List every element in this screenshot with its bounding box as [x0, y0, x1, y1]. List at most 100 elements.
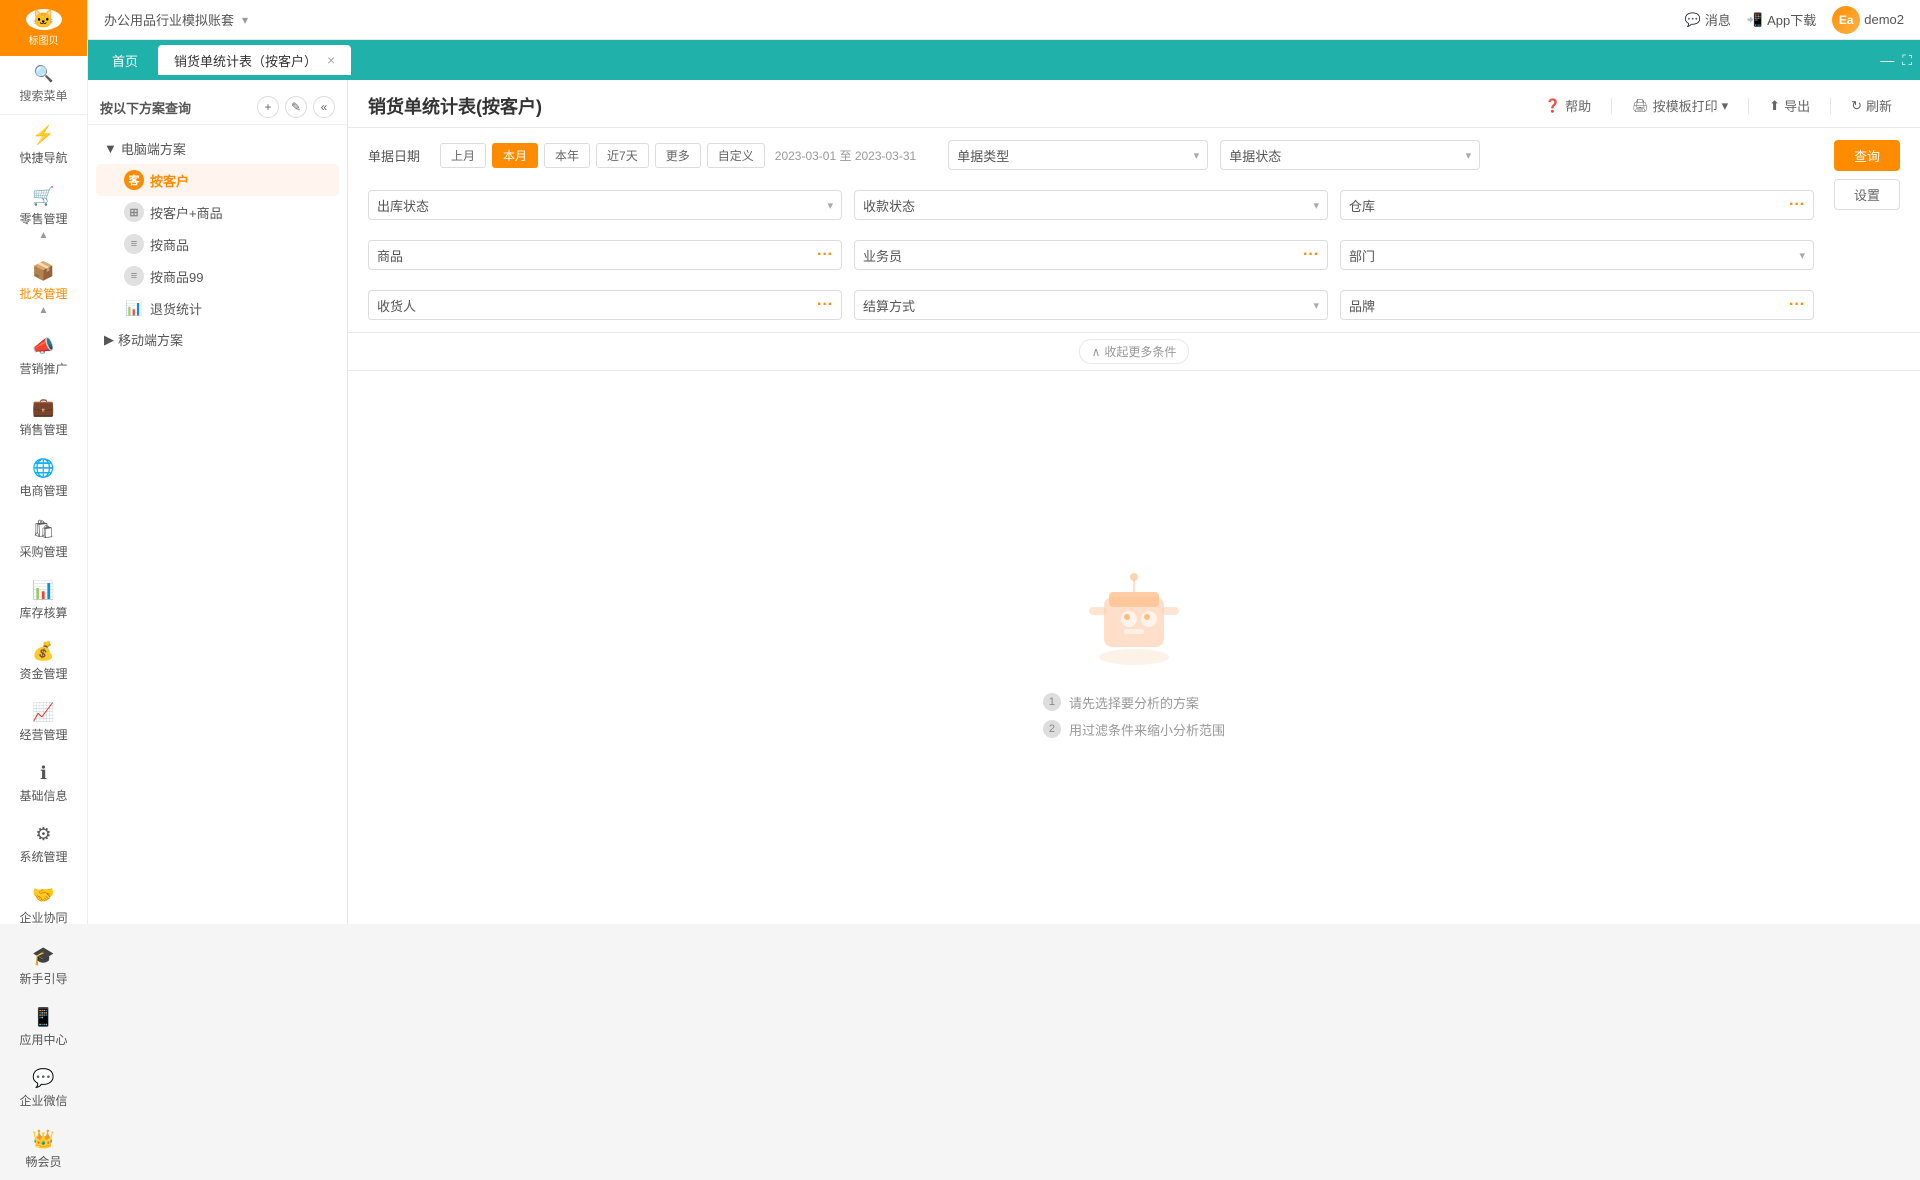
search-menu-item[interactable]: 🔍 搜索菜单 [0, 56, 87, 115]
receiver-input[interactable]: 收货人 ··· [368, 290, 842, 320]
date-btn-this-year[interactable]: 本年 [544, 143, 590, 168]
date-btn-more[interactable]: 更多 [655, 143, 701, 168]
app-icon: 📲 [1747, 12, 1763, 28]
nav-icon-newbie: 🎓 [32, 946, 54, 967]
nav-label: 畅会员 [25, 1153, 61, 1170]
tab-active[interactable]: 销货单统计表（按客户） × [158, 45, 351, 75]
tree-child-by-customer[interactable]: 客 按客户 [96, 164, 339, 196]
filter-area: 单据日期 上月 本月 本年 近7天 更多 自定义 2023-03-01 至 20… [348, 128, 1920, 333]
tree-child-product-99[interactable]: ≡ 按商品99 [96, 260, 339, 292]
date-btn-last-month[interactable]: 上月 [440, 143, 486, 168]
bill-type-select[interactable]: 单据类型 ▾ [948, 140, 1208, 170]
settlement-select[interactable]: 结算方式 ▾ [854, 290, 1328, 320]
sidebar-item-finance[interactable]: 💰 资金管理 [0, 631, 87, 692]
receiver-dots[interactable]: ··· [817, 296, 833, 314]
product-icon: ≡ [124, 234, 144, 254]
settings-btn[interactable]: 设置 [1834, 179, 1900, 210]
brand-input[interactable]: 品牌 ··· [1340, 290, 1814, 320]
date-btn-7days[interactable]: 近7天 [596, 143, 649, 168]
bill-status-arrow: ▾ [1466, 149, 1472, 162]
date-btn-custom[interactable]: 自定义 [707, 143, 765, 168]
tab-minimize-icon[interactable]: — [1880, 52, 1894, 68]
empty-illustration [1074, 557, 1194, 677]
sidebar-item-enterprise[interactable]: 🤝 企业协同 [0, 875, 87, 936]
out-status-select[interactable]: 出库状态 ▾ [368, 190, 842, 220]
sidebar-item-purchase[interactable]: 🛍 采购管理 [0, 509, 87, 570]
warehouse-input[interactable]: 仓库 ··· [1340, 190, 1814, 220]
sidebar-item-basic[interactable]: ℹ 基础信息 [0, 753, 87, 814]
nav-label: 营销推广 [19, 360, 67, 377]
user-profile[interactable]: Ea demo2 [1832, 6, 1904, 34]
sidebar-item-operation[interactable]: 📈 经营管理 [0, 692, 87, 753]
collapse-panel-btn[interactable]: « [313, 96, 335, 118]
left-panel: 按以下方案查询 + ✎ « ▼ 电脑端方案 客 按客户 ⊞ [88, 80, 348, 924]
add-scheme-btn[interactable]: + [257, 96, 279, 118]
sidebar-item-inventory[interactable]: 📊 库存核算 [0, 570, 87, 631]
export-btn[interactable]: ⬆ 导出 [1761, 92, 1818, 119]
out-status-label: 出库状态 [377, 196, 429, 215]
product-input[interactable]: 商品 ··· [368, 240, 842, 270]
tab-expand-icon[interactable]: ⛶ [1902, 52, 1912, 69]
tree-child-label: 按商品 [150, 235, 189, 254]
brand-dots[interactable]: ··· [1789, 296, 1805, 314]
export-label: 导出 [1784, 96, 1810, 115]
department-select[interactable]: 部门 ▾ [1340, 240, 1814, 270]
sidebar-item-wholesale[interactable]: 📦 批发管理 ▲ [0, 251, 87, 326]
receiver-label: 收货人 [377, 296, 416, 315]
sidebar-item-member[interactable]: 👑 畅会员 [0, 1119, 87, 1180]
sidebar-item-app-center[interactable]: 📱 应用中心 [0, 997, 87, 1058]
tree-parent-label: 电脑端方案 [121, 139, 186, 158]
empty-hint-2: 2 用过滤条件来缩小分析范围 [1043, 720, 1225, 739]
sidebar-item-retail[interactable]: 🛒 零售管理 ▲ [0, 176, 87, 251]
tree-child-return[interactable]: 📊 退货统计 [96, 292, 339, 324]
message-btn[interactable]: 💬 消息 [1685, 10, 1731, 29]
tree-child-by-product[interactable]: ≡ 按商品 [96, 228, 339, 260]
filter-row-product: 商品 ··· 业务员 ··· 部门 ▾ [368, 240, 1814, 270]
nav-icon-enterprise: 🤝 [32, 885, 54, 906]
query-btn[interactable]: 查询 [1834, 140, 1900, 171]
search-label: 搜索菜单 [19, 87, 67, 104]
tab-home[interactable]: 首页 [96, 45, 154, 75]
collect-status-select[interactable]: 收款状态 ▾ [854, 190, 1328, 220]
date-btn-this-month[interactable]: 本月 [492, 143, 538, 168]
empty-area: 1 请先选择要分析的方案 2 用过滤条件来缩小分析范围 [348, 371, 1920, 924]
sidebar-item-marketing[interactable]: 📣 营销推广 [0, 326, 87, 387]
refresh-label: 刷新 [1866, 96, 1892, 115]
tab-close-icon[interactable]: × [327, 52, 335, 68]
sidebar-item-quick-nav[interactable]: ⚡ 快捷导航 [0, 115, 87, 176]
help-btn[interactable]: ❓ 帮助 [1537, 92, 1599, 119]
tree-parent-mobile[interactable]: ▶ 移动端方案 [96, 324, 339, 355]
sidebar-logo[interactable]: 🐱 标图贝 [0, 0, 87, 56]
sidebar-item-newbie[interactable]: 🎓 新手引导 [0, 936, 87, 997]
product-dots[interactable]: ··· [817, 246, 833, 264]
tree-mobile-arrow: ▶ [104, 332, 114, 348]
tree-child-label: 按商品99 [150, 267, 203, 286]
tree-child-label: 按客户 [150, 171, 189, 190]
edit-scheme-btn[interactable]: ✎ [285, 96, 307, 118]
sidebar-item-sales[interactable]: 💼 销售管理 [0, 387, 87, 448]
tree-child-customer-product[interactable]: ⊞ 按客户+商品 [96, 196, 339, 228]
tree-child-label: 按客户+商品 [150, 203, 223, 222]
out-status-arrow: ▾ [827, 199, 833, 212]
sidebar: 🐱 标图贝 🔍 搜索菜单 ⚡ 快捷导航 🛒 零售管理 ▲ 📦 批发管理 ▲ 📣 … [0, 0, 88, 924]
bill-status-select[interactable]: 单据状态 ▾ [1220, 140, 1480, 170]
sidebar-item-wechat[interactable]: 💬 企业微信 [0, 1058, 87, 1119]
filter-row-status: 出库状态 ▾ 收款状态 ▾ 仓库 ··· [368, 190, 1814, 220]
nav-label: 零售管理 [19, 210, 67, 227]
salesperson-input[interactable]: 业务员 ··· [854, 240, 1328, 270]
account-dropdown-icon[interactable]: ▾ [242, 13, 248, 27]
print-btn[interactable]: 🖨 按模板打印 ▾ [1624, 92, 1736, 119]
print-dropdown-icon: ▾ [1722, 98, 1729, 114]
refresh-btn[interactable]: ↻ 刷新 [1843, 92, 1900, 119]
sidebar-item-system[interactable]: ⚙ 系统管理 [0, 814, 87, 875]
warehouse-dots[interactable]: ··· [1789, 196, 1805, 214]
app-download-btn[interactable]: 📲 App下载 [1747, 10, 1816, 29]
left-panel-header: 按以下方案查询 + ✎ « [88, 90, 347, 125]
collapse-more-btn[interactable]: ∧ 收起更多条件 [1079, 339, 1190, 364]
tree-parent-desktop[interactable]: ▼ 电脑端方案 [96, 133, 339, 164]
sidebar-item-ecommerce[interactable]: 🌐 电商管理 [0, 448, 87, 509]
message-icon: 💬 [1685, 12, 1701, 28]
tree-section-mobile: ▶ 移动端方案 [88, 324, 347, 355]
hint-num-2: 2 [1043, 720, 1061, 738]
salesperson-dots[interactable]: ··· [1303, 246, 1319, 264]
